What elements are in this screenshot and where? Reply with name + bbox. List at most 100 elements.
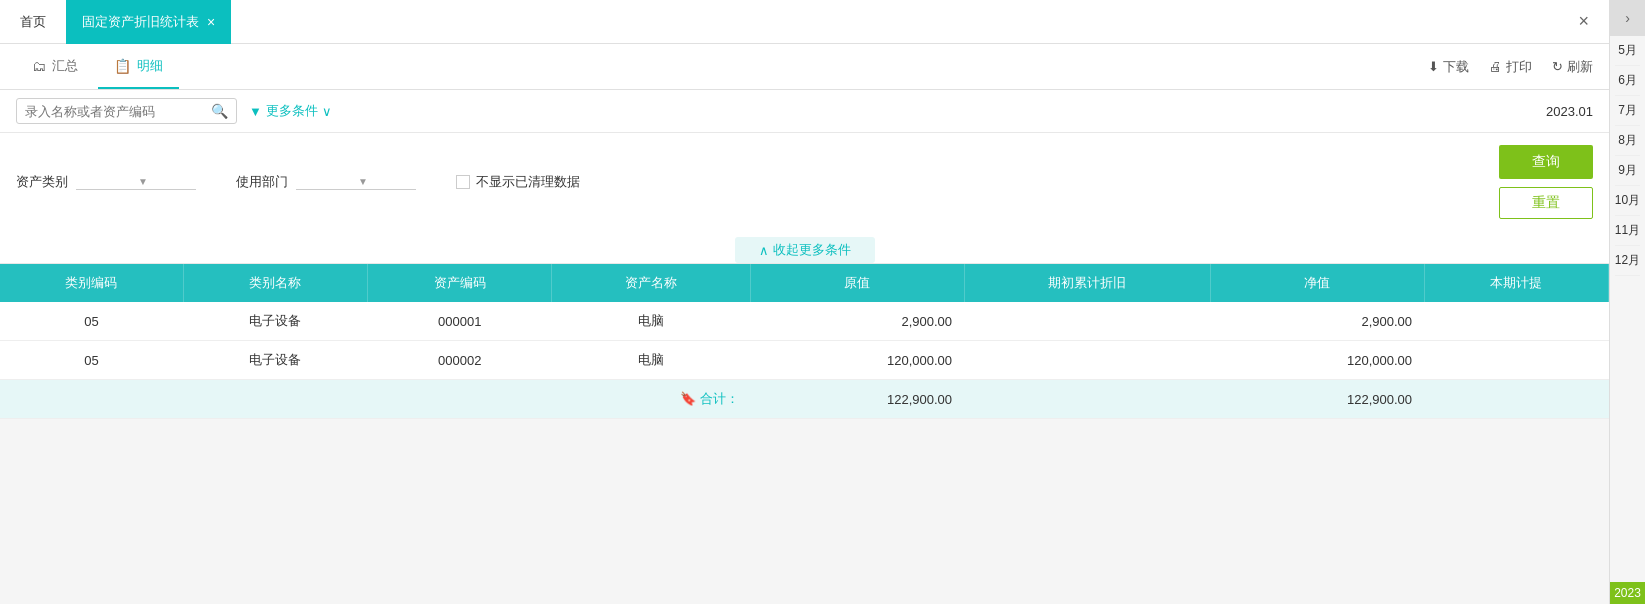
sidebar-month-item[interactable]: 5月	[1615, 36, 1640, 66]
data-table: 类别编码 类别名称 资产编码 资产名称 原值 期初累计折旧 净值 本期计提 05…	[0, 264, 1609, 419]
cell-acc-deprec	[964, 341, 1211, 380]
cell-asset-name: 电脑	[552, 341, 751, 380]
cell-original: 2,900.00	[751, 302, 964, 341]
sidebar-month-item[interactable]: 11月	[1615, 216, 1640, 246]
filter-panel: 资产类别 ▼ 使用部门 ▼ 不显示已清理数据 查询 重置	[0, 133, 1609, 264]
download-icon: ⬇	[1428, 59, 1439, 74]
cell-type-code: 05	[0, 341, 183, 380]
cell-current	[1424, 341, 1608, 380]
table-row: 05 电子设备 000001 电脑 2,900.00 2,900.00	[0, 302, 1609, 341]
sidebar-month-item[interactable]: 7月	[1615, 96, 1640, 126]
dept-arrow-icon: ▼	[358, 176, 412, 187]
summary-icon: 🗂	[32, 58, 46, 74]
col-header-net-value: 净值	[1211, 264, 1424, 302]
cell-net-value: 2,900.00	[1211, 302, 1424, 341]
collapse-bar: ∧ 收起更多条件	[16, 231, 1593, 263]
date-hint: 2023.01	[1546, 104, 1593, 119]
total-spacer	[0, 380, 552, 419]
table-row: 05 电子设备 000002 电脑 120,000.00 120,000.00	[0, 341, 1609, 380]
cell-acc-deprec	[964, 302, 1211, 341]
cell-type-name: 电子设备	[183, 302, 367, 341]
collapse-label: 收起更多条件	[773, 241, 851, 259]
search-input-wrap[interactable]: 🔍	[16, 98, 237, 124]
total-acc-deprec	[964, 380, 1211, 419]
col-header-type-code: 类别编码	[0, 264, 183, 302]
refresh-label: 刷新	[1567, 58, 1593, 76]
total-net-value: 122,900.00	[1211, 380, 1424, 419]
sub-tab-bar: 🗂 汇总 📋 明细 ⬇ 下载 🖨 打印 ↻ 刷新	[0, 44, 1609, 90]
sidebar-year: 2023	[1610, 582, 1645, 604]
asset-type-select[interactable]: ▼	[76, 174, 196, 190]
no-cleared-checkbox[interactable]	[456, 175, 470, 189]
no-cleared-checkbox-item[interactable]: 不显示已清理数据	[456, 173, 580, 191]
sidebar-month-item[interactable]: 9月	[1615, 156, 1640, 186]
print-button[interactable]: 🖨 打印	[1489, 58, 1532, 76]
filter-btns: 查询 重置	[1499, 145, 1593, 219]
window-close-button[interactable]: ×	[1558, 11, 1609, 32]
cell-net-value: 120,000.00	[1211, 341, 1424, 380]
refresh-icon: ↻	[1552, 59, 1563, 74]
more-filter-button[interactable]: ▼ 更多条件 ∨	[249, 102, 332, 120]
col-header-type-name: 类别名称	[183, 264, 367, 302]
print-label: 打印	[1506, 58, 1532, 76]
reset-button[interactable]: 重置	[1499, 187, 1593, 219]
top-nav: 首页 固定资产折旧统计表 × ×	[0, 0, 1609, 44]
cell-type-name: 电子设备	[183, 341, 367, 380]
cell-asset-code: 000001	[368, 302, 552, 341]
collapse-button[interactable]: ∧ 收起更多条件	[735, 237, 875, 263]
tab-label: 固定资产折旧统计表	[82, 13, 199, 31]
chevron-down-icon: ∨	[322, 104, 332, 119]
total-icon: 🔖	[680, 391, 696, 406]
refresh-button[interactable]: ↻ 刷新	[1552, 58, 1593, 76]
col-header-original: 原值	[751, 264, 964, 302]
col-header-current: 本期计提	[1424, 264, 1608, 302]
right-sidebar: › 5月6月7月8月9月10月11月12月 2023	[1609, 0, 1645, 604]
home-tab[interactable]: 首页	[0, 13, 66, 31]
sidebar-month-item[interactable]: 12月	[1615, 246, 1640, 276]
filter-row: 资产类别 ▼ 使用部门 ▼ 不显示已清理数据 查询 重置	[16, 145, 1593, 219]
search-bar: 🔍 ▼ 更多条件 ∨ 2023.01	[0, 90, 1609, 133]
download-button[interactable]: ⬇ 下载	[1428, 58, 1469, 76]
detail-icon: 📋	[114, 58, 131, 74]
tab-summary[interactable]: 🗂 汇总	[16, 44, 94, 89]
total-current	[1424, 380, 1608, 419]
total-label-cell: 🔖合计：	[552, 380, 751, 419]
asset-type-arrow-icon: ▼	[138, 176, 192, 187]
search-icon: 🔍	[211, 103, 228, 119]
dept-label: 使用部门	[236, 173, 288, 191]
query-button[interactable]: 查询	[1499, 145, 1593, 179]
filter-dept: 使用部门 ▼	[236, 173, 416, 191]
tab-summary-label: 汇总	[52, 57, 78, 75]
tab-close-icon[interactable]: ×	[207, 14, 215, 30]
table-wrap: 类别编码 类别名称 资产编码 资产名称 原值 期初累计折旧 净值 本期计提 05…	[0, 264, 1609, 604]
collapse-icon: ∧	[759, 243, 769, 258]
search-input[interactable]	[25, 104, 205, 119]
col-header-asset-name: 资产名称	[552, 264, 751, 302]
sidebar-arrow-button[interactable]: ›	[1610, 0, 1645, 36]
cell-current	[1424, 302, 1608, 341]
no-cleared-label: 不显示已清理数据	[476, 173, 580, 191]
tab-detail[interactable]: 📋 明细	[98, 44, 179, 89]
sidebar-month-item[interactable]: 6月	[1615, 66, 1640, 96]
cell-type-code: 05	[0, 302, 183, 341]
asset-type-label: 资产类别	[16, 173, 68, 191]
more-filter-label: 更多条件	[266, 102, 318, 120]
toolbar-actions: ⬇ 下载 🖨 打印 ↻ 刷新	[1428, 58, 1593, 76]
filter-asset-type: 资产类别 ▼	[16, 173, 196, 191]
print-icon: 🖨	[1489, 59, 1502, 74]
table-header-row: 类别编码 类别名称 资产编码 资产名称 原值 期初累计折旧 净值 本期计提	[0, 264, 1609, 302]
sidebar-month-item[interactable]: 8月	[1615, 126, 1640, 156]
sidebar-month-item[interactable]: 10月	[1615, 186, 1640, 216]
cell-original: 120,000.00	[751, 341, 964, 380]
cell-asset-code: 000002	[368, 341, 552, 380]
total-original: 122,900.00	[751, 380, 964, 419]
col-header-asset-code: 资产编码	[368, 264, 552, 302]
col-header-acc-deprec: 期初累计折旧	[964, 264, 1211, 302]
download-label: 下载	[1443, 58, 1469, 76]
tab-detail-label: 明细	[137, 57, 163, 75]
sub-tabs: 🗂 汇总 📋 明细	[16, 44, 179, 89]
cell-asset-name: 电脑	[552, 302, 751, 341]
dept-select[interactable]: ▼	[296, 174, 416, 190]
active-tab[interactable]: 固定资产折旧统计表 ×	[66, 0, 231, 44]
filter-icon: ▼	[249, 104, 262, 119]
